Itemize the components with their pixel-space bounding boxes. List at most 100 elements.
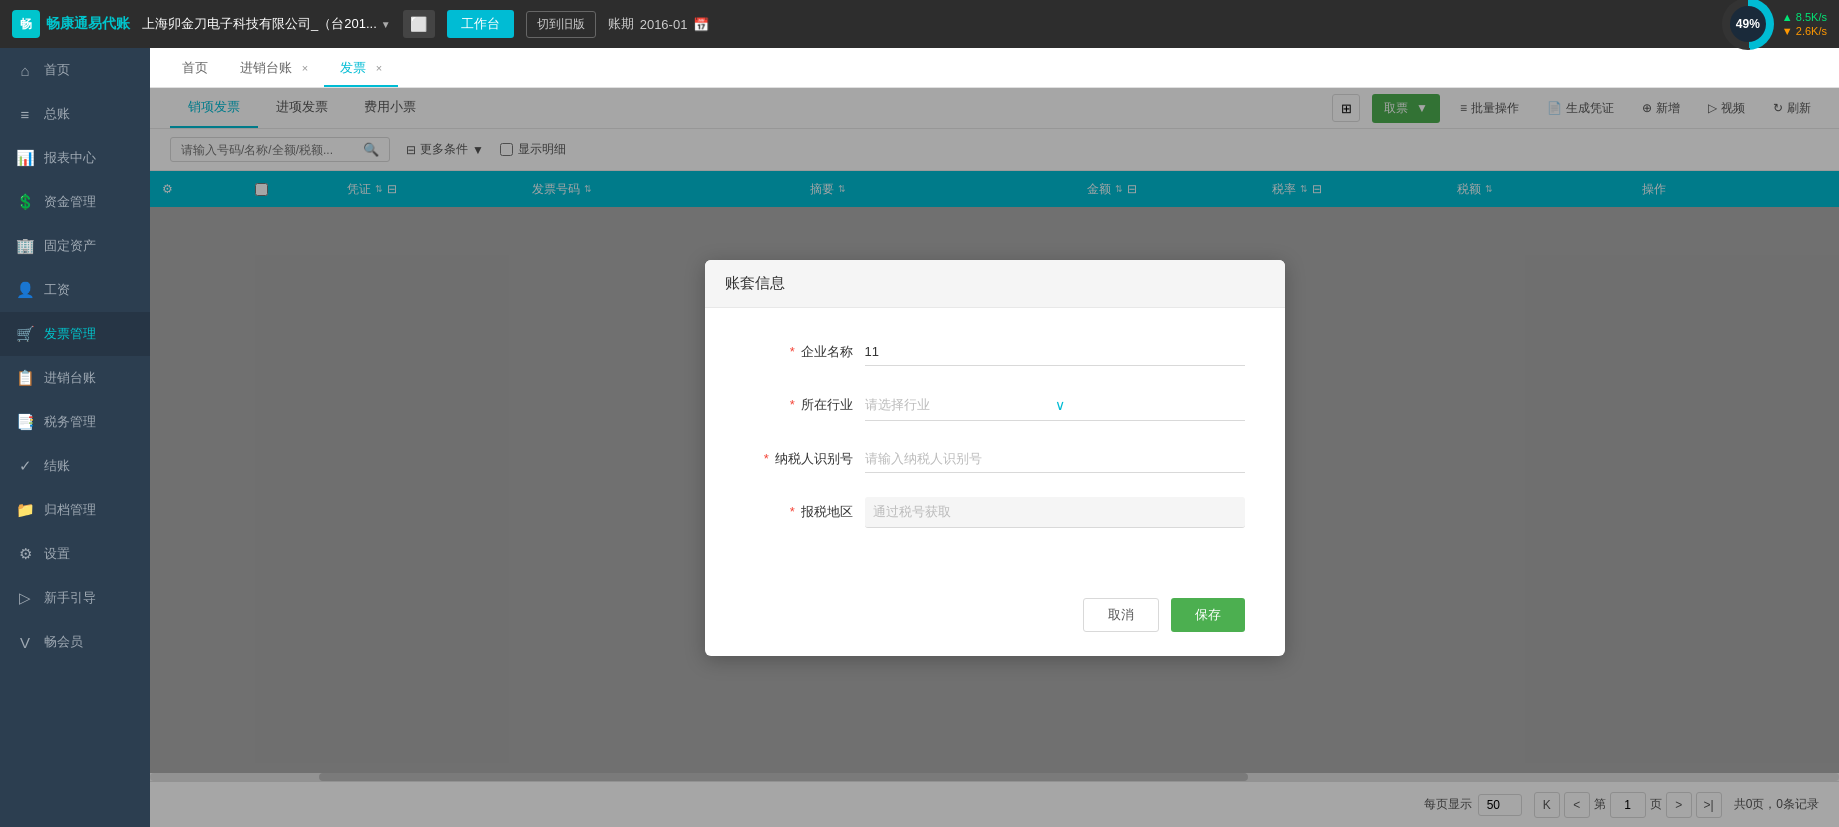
- tax-id-label: * 纳税人识别号: [745, 450, 865, 468]
- period-display: 账期 2016-01 📅: [608, 15, 710, 33]
- tab-purchase[interactable]: 进销台账 ×: [224, 51, 324, 87]
- tax-region-display: 通过税号获取: [865, 497, 1245, 528]
- reports-icon: 📊: [16, 149, 34, 167]
- sidebar: ⌂ 首页 ≡ 总账 📊 报表中心 💲 资金管理 🏢 固定资产 👤 工资 🛒 发票…: [0, 48, 150, 827]
- company-label: * 企业名称: [745, 343, 865, 361]
- dialog-body: * 企业名称 * 所在行业 请选择行业: [705, 308, 1285, 582]
- sidebar-item-salary[interactable]: 👤 工资: [0, 268, 150, 312]
- capital-icon: 💲: [16, 193, 34, 211]
- sidebar-item-label: 首页: [44, 61, 70, 79]
- industry-label: * 所在行业: [745, 396, 865, 414]
- sidebar-item-ledger[interactable]: ≡ 总账: [0, 92, 150, 136]
- app-logo: 畅 畅康通易代账: [12, 10, 130, 38]
- calendar-icon[interactable]: 📅: [693, 17, 709, 32]
- ledger-icon: ≡: [16, 106, 34, 123]
- cancel-button[interactable]: 取消: [1083, 598, 1159, 632]
- guide-icon: ▷: [16, 589, 34, 607]
- topbar-right: 49% ▲ 8.5K/s ▼ 2.6K/s: [1722, 0, 1827, 50]
- dialog-footer: 取消 保存: [705, 582, 1285, 656]
- tab-invoice[interactable]: 发票 ×: [324, 51, 398, 87]
- save-button[interactable]: 保存: [1171, 598, 1245, 632]
- period-value: 2016-01: [640, 17, 688, 32]
- company-input[interactable]: [865, 338, 1245, 366]
- sidebar-item-label: 资金管理: [44, 193, 96, 211]
- sidebar-item-label: 固定资产: [44, 237, 96, 255]
- form-row-industry: * 所在行业 请选择行业 ∨: [745, 390, 1245, 421]
- dialog-header: 账套信息: [705, 260, 1285, 308]
- settings-icon: ⚙: [16, 545, 34, 563]
- speed-details: ▲ 8.5K/s ▼ 2.6K/s: [1782, 11, 1827, 37]
- form-row-tax-region: * 报税地区 通过税号获取: [745, 497, 1245, 528]
- company-name: 上海卯金刀电子科技有限公司_（台201...: [142, 15, 377, 33]
- required-mark: *: [790, 344, 795, 359]
- archive-icon: 📁: [16, 501, 34, 519]
- sidebar-item-label: 报表中心: [44, 149, 96, 167]
- tab-invoice-label: 发票: [340, 60, 366, 75]
- print-icon[interactable]: ⬜: [403, 10, 435, 38]
- dialog-title: 账套信息: [725, 274, 785, 291]
- speed-circle: 49%: [1722, 0, 1774, 50]
- sidebar-item-reports[interactable]: 📊 报表中心: [0, 136, 150, 180]
- required-mark: *: [764, 451, 769, 466]
- topbar: 畅 畅康通易代账 上海卯金刀电子科技有限公司_（台201... ▼ ⬜ 工作台 …: [0, 0, 1839, 48]
- company-selector[interactable]: 上海卯金刀电子科技有限公司_（台201... ▼: [142, 15, 391, 33]
- sidebar-item-settle[interactable]: ✓ 结账: [0, 444, 150, 488]
- sidebar-item-label: 新手引导: [44, 589, 96, 607]
- tax-icon: 📑: [16, 413, 34, 431]
- assets-icon: 🏢: [16, 237, 34, 255]
- tab-bar: 首页 进销台账 × 发票 ×: [150, 48, 1839, 88]
- app-body: ⌂ 首页 ≡ 总账 📊 报表中心 💲 资金管理 🏢 固定资产 👤 工资 🛒 发票…: [0, 48, 1839, 827]
- salary-icon: 👤: [16, 281, 34, 299]
- invoice-icon: 🛒: [16, 325, 34, 343]
- tab-purchase-close[interactable]: ×: [302, 62, 308, 74]
- sidebar-item-guide[interactable]: ▷ 新手引导: [0, 576, 150, 620]
- modal-overlay: 账套信息 * 企业名称: [150, 88, 1839, 827]
- account-info-dialog: 账套信息 * 企业名称: [705, 260, 1285, 656]
- sidebar-item-invoice[interactable]: 🛒 发票管理: [0, 312, 150, 356]
- sidebar-item-label: 税务管理: [44, 413, 96, 431]
- form-row-tax-id: * 纳税人识别号: [745, 445, 1245, 473]
- sidebar-item-archive[interactable]: 📁 归档管理: [0, 488, 150, 532]
- industry-placeholder: 请选择行业: [865, 396, 1055, 414]
- period-label: 账期: [608, 15, 634, 33]
- tab-invoice-close[interactable]: ×: [376, 62, 382, 74]
- sidebar-item-assets[interactable]: 🏢 固定资产: [0, 224, 150, 268]
- home-icon: ⌂: [16, 62, 34, 79]
- member-icon: V: [16, 634, 34, 651]
- company-dropdown-icon: ▼: [381, 19, 391, 30]
- sidebar-item-settings[interactable]: ⚙ 设置: [0, 532, 150, 576]
- sidebar-item-label: 畅会员: [44, 633, 83, 651]
- required-mark: *: [790, 397, 795, 412]
- tax-id-input[interactable]: [865, 445, 1245, 473]
- sidebar-item-label: 归档管理: [44, 501, 96, 519]
- sidebar-item-label: 总账: [44, 105, 70, 123]
- speed-percent: 49%: [1730, 6, 1766, 42]
- app-name: 畅康通易代账: [46, 15, 130, 33]
- sidebar-item-tax[interactable]: 📑 税务管理: [0, 400, 150, 444]
- sidebar-item-label: 发票管理: [44, 325, 96, 343]
- required-mark: *: [790, 504, 795, 519]
- industry-dropdown-icon: ∨: [1055, 397, 1245, 413]
- speed-widget: 49% ▲ 8.5K/s ▼ 2.6K/s: [1722, 0, 1827, 50]
- industry-select[interactable]: 请选择行业 ∨: [865, 390, 1245, 421]
- switch-old-button[interactable]: 切到旧版: [526, 11, 596, 38]
- download-speed: ▼ 2.6K/s: [1782, 25, 1827, 37]
- sidebar-item-purchase[interactable]: 📋 进销台账: [0, 356, 150, 400]
- sidebar-item-label: 设置: [44, 545, 70, 563]
- sidebar-item-label: 工资: [44, 281, 70, 299]
- form-row-company: * 企业名称: [745, 338, 1245, 366]
- tab-purchase-label: 进销台账: [240, 60, 292, 75]
- settle-icon: ✓: [16, 457, 34, 475]
- sidebar-item-home[interactable]: ⌂ 首页: [0, 48, 150, 92]
- tab-home[interactable]: 首页: [166, 51, 224, 87]
- sidebar-item-member[interactable]: V 畅会员: [0, 620, 150, 664]
- sidebar-item-label: 进销台账: [44, 369, 96, 387]
- main-content: 首页 进销台账 × 发票 × 销项发票 进项发票: [150, 48, 1839, 827]
- tab-home-label: 首页: [182, 60, 208, 75]
- upload-speed: ▲ 8.5K/s: [1782, 11, 1827, 23]
- sidebar-item-capital[interactable]: 💲 资金管理: [0, 180, 150, 224]
- workbench-button[interactable]: 工作台: [447, 10, 514, 38]
- page-area: 销项发票 进项发票 费用小票 ⊞ 取票 ▼ ≡: [150, 88, 1839, 827]
- logo-icon: 畅: [12, 10, 40, 38]
- sidebar-item-label: 结账: [44, 457, 70, 475]
